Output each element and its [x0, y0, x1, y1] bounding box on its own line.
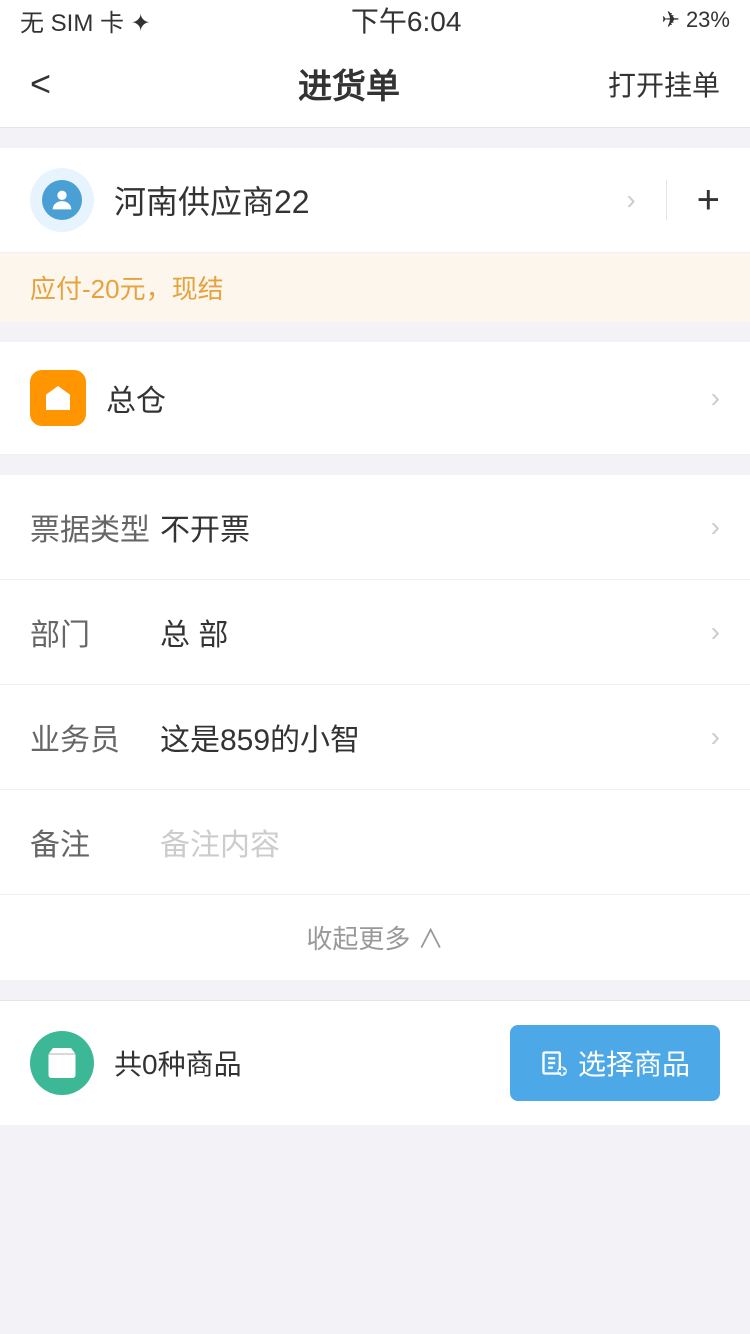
form-section: 票据类型 不开票 › 部门 总 部 › 业务员 这是859的小智 › 备注 备注… [0, 475, 750, 980]
page-title: 进货单 [298, 59, 400, 108]
supplier-row[interactable]: 河南供应商22 › + [0, 148, 750, 253]
supplier-name: 河南供应商22 [114, 177, 626, 223]
supplier-chevron-icon: › [626, 184, 635, 216]
user-icon [42, 180, 82, 220]
department-value: 总 部 [160, 610, 711, 654]
ticket-type-row[interactable]: 票据类型 不开票 › [0, 475, 750, 580]
department-chevron-icon: › [711, 616, 720, 648]
remark-row[interactable]: 备注 备注内容 [0, 790, 750, 894]
cart-count: 共0种商品 [114, 1043, 490, 1083]
battery-icon: ✈ [662, 7, 680, 33]
warehouse-chevron-icon: › [711, 382, 720, 414]
notice-bar: 应付-20元，现结 [0, 253, 750, 322]
status-left: 无 SIM 卡 ✦ [20, 3, 151, 38]
department-row[interactable]: 部门 总 部 › [0, 580, 750, 685]
warehouse-name: 总仓 [106, 376, 711, 420]
battery-level: 23% [686, 7, 730, 33]
status-bar: 无 SIM 卡 ✦ 下午6:04 ✈ 23% [0, 0, 750, 40]
open-pending-button[interactable]: 打开挂单 [608, 64, 720, 104]
remark-label: 备注 [30, 820, 160, 864]
warehouse-icon-wrap [30, 370, 86, 426]
salesperson-chevron-icon: › [711, 721, 720, 753]
ticket-type-chevron-icon: › [711, 511, 720, 543]
status-right: ✈ 23% [662, 7, 730, 33]
collapse-button[interactable]: 收起更多 ∧ [0, 894, 750, 980]
section-divider-3 [0, 455, 750, 475]
avatar [30, 168, 94, 232]
back-button[interactable]: < [30, 63, 90, 105]
department-label: 部门 [30, 610, 160, 654]
bottom-bar: 共0种商品 选择商品 [0, 1000, 750, 1125]
remark-value[interactable]: 备注内容 [160, 820, 720, 864]
supplier-row-actions: › + [626, 178, 720, 223]
select-product-button[interactable]: 选择商品 [510, 1025, 720, 1101]
section-divider-1 [0, 128, 750, 148]
salesperson-label: 业务员 [30, 715, 160, 759]
cart-icon-wrap [30, 1031, 94, 1095]
salesperson-row[interactable]: 业务员 这是859的小智 › [0, 685, 750, 790]
section-divider-4 [0, 980, 750, 1000]
supplier-section: 河南供应商22 › + 应付-20元，现结 [0, 148, 750, 322]
add-supplier-button[interactable]: + [697, 178, 720, 223]
nav-bar: < 进货单 打开挂单 [0, 40, 750, 128]
sim-label: 无 SIM 卡 ✦ [20, 3, 151, 38]
ticket-type-label: 票据类型 [30, 505, 160, 549]
warehouse-row[interactable]: 总仓 › [0, 342, 750, 455]
section-divider-2 [0, 322, 750, 342]
ticket-type-value: 不开票 [160, 505, 711, 549]
salesperson-value: 这是859的小智 [160, 715, 711, 759]
vertical-divider [666, 180, 667, 220]
status-time: 下午6:04 [351, 0, 462, 40]
warehouse-section: 总仓 › [0, 342, 750, 455]
select-product-label: 选择商品 [578, 1043, 690, 1083]
